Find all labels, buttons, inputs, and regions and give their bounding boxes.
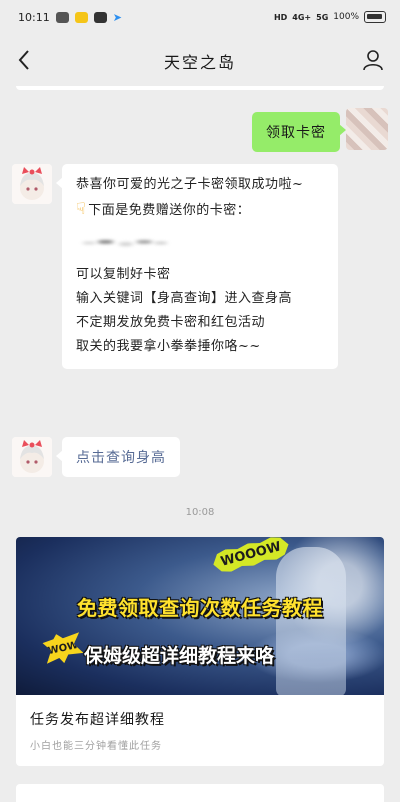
- message-line: 可以复制好卡密: [76, 267, 171, 282]
- article-cover-image[interactable]: WOOOW 免费领取查询次数任务教程 WOW 保姆级超详细教程来咯: [16, 537, 384, 695]
- message-line: 取关的我要拿小拳拳捶你咯~~: [76, 339, 261, 354]
- back-button[interactable]: [12, 48, 36, 72]
- avatar[interactable]: [12, 164, 52, 204]
- previous-message-edge: [16, 86, 384, 90]
- received-link-message[interactable]: 点击查询身高: [56, 437, 180, 477]
- person-icon: [363, 50, 383, 71]
- sent-message-text: 领取卡密: [266, 125, 326, 141]
- status-right: HD 4G+ 5G 100%: [274, 11, 386, 23]
- battery-icon: [364, 11, 386, 23]
- message-line-text: 下面是免费赠送你的卡密：: [88, 203, 251, 218]
- status-bar: 10:11 ➤ HD 4G+ 5G 100%: [0, 0, 400, 34]
- status-time: 10:11: [18, 10, 50, 24]
- app-notification-icon: [55, 11, 69, 23]
- status-left: 10:11 ➤: [18, 11, 122, 24]
- cartoon-avatar-icon: [12, 164, 52, 204]
- received-message[interactable]: 恭喜你可爱的光之子卡密领取成功啦~ ☟ 下面是免费赠送你的卡密： 可以复制好卡密 …: [56, 164, 338, 369]
- avatar[interactable]: [12, 437, 52, 477]
- sent-message[interactable]: 领取卡密: [252, 112, 346, 152]
- send-arrow-icon: ➤: [112, 10, 122, 24]
- app-notification-icon: [74, 11, 88, 23]
- redacted-code: [76, 223, 326, 263]
- battery-percent: 100%: [333, 12, 359, 22]
- signal-5g-icon: 5G: [316, 12, 329, 22]
- avatar[interactable]: [346, 108, 388, 150]
- article-subtitle: 小白也能三分钟看懂此任务: [30, 741, 162, 752]
- cover-figure: [276, 547, 346, 695]
- message-line: 不定期发放免费卡密和红包活动: [76, 315, 266, 330]
- message-line: ☟ 下面是免费赠送你的卡密：: [76, 197, 326, 223]
- chevron-left-icon: [18, 50, 29, 70]
- cover-subheadline: 保姆级超详细教程来咯: [84, 645, 275, 667]
- message-line: 输入关键词【身高查询】进入查身高: [76, 291, 293, 306]
- height-query-link[interactable]: 点击查询身高: [76, 450, 166, 466]
- article-title[interactable]: 任务发布超详细教程: [30, 709, 165, 729]
- message-timestamp: 10:08: [185, 507, 215, 518]
- hd-icon: HD: [273, 12, 288, 22]
- page-title: 天空之岛: [163, 53, 236, 72]
- cover-headline: 免费领取查询次数任务教程: [77, 596, 323, 620]
- pointing-down-hand-icon: ☟: [76, 199, 87, 218]
- article-card[interactable]: WOOOW 免费领取查询次数任务教程 WOW 保姆级超详细教程来咯 任务发布超详…: [16, 537, 384, 766]
- cartoon-avatar-icon: [12, 437, 52, 477]
- message-line: 恭喜你可爱的光之子卡密领取成功啦~: [76, 177, 304, 192]
- blurred-card-code: [78, 232, 170, 254]
- nav-bar: 天空之岛: [0, 34, 400, 88]
- app-notification-icon: [93, 11, 107, 23]
- next-message-edge: [16, 784, 384, 802]
- signal-4g-icon: 4G+: [292, 12, 312, 22]
- profile-button[interactable]: [360, 47, 386, 73]
